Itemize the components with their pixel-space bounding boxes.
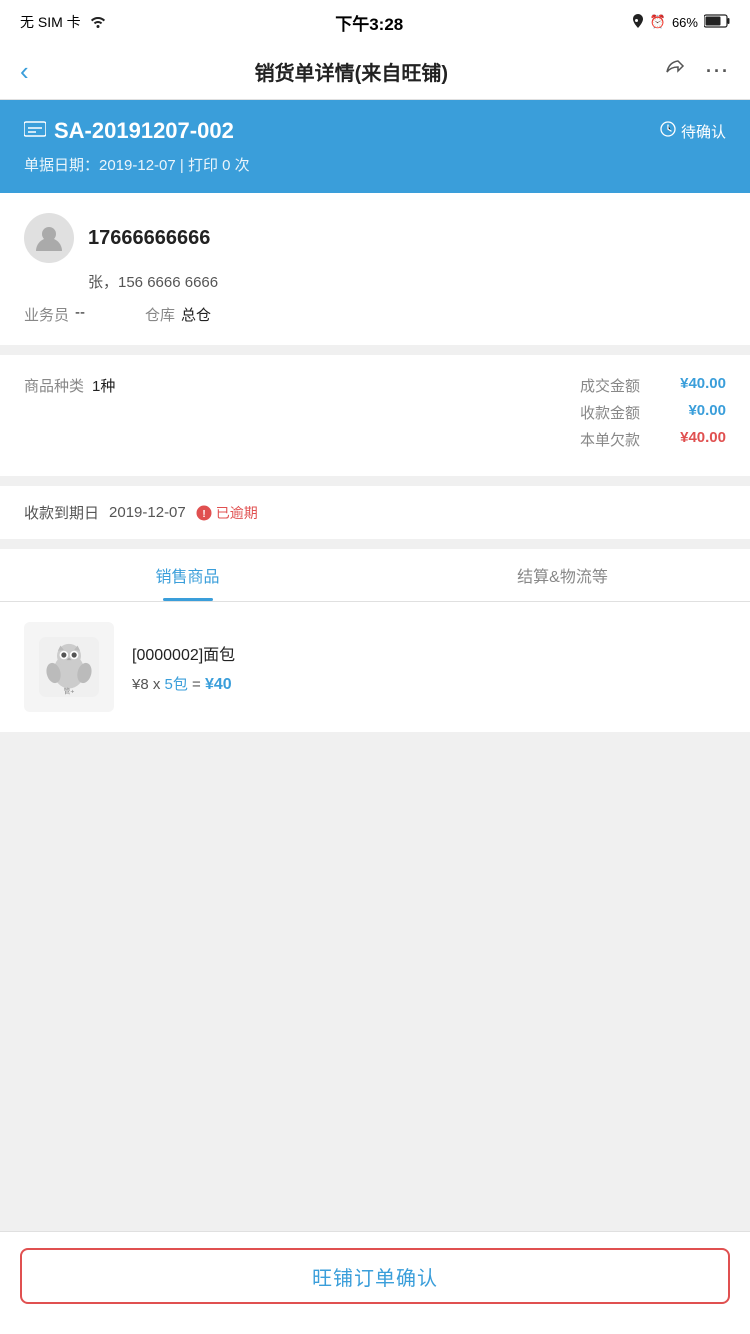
salesperson-value: --	[75, 304, 85, 325]
tab-underline	[163, 598, 213, 601]
salesperson-label: 业务员	[24, 304, 69, 325]
clock-icon	[660, 121, 676, 141]
due-amount-label: 本单欠款	[580, 429, 640, 450]
received-amount-label: 收款金额	[580, 402, 640, 423]
product-image: 管+	[24, 622, 114, 712]
tab-settlement-label: 结算&物流等	[517, 563, 608, 587]
product-type-value: 1种	[92, 375, 115, 396]
nav-actions: ···	[664, 58, 730, 85]
overdue-text: 已逾期	[216, 503, 258, 523]
warehouse-label: 仓库	[145, 304, 175, 325]
confirm-button[interactable]: 旺铺订单确认	[20, 1248, 730, 1304]
received-amount-value: ¥0.00	[656, 402, 726, 423]
customer-name-phone: 张，156 6666 6666	[24, 271, 726, 292]
summary-right: 成交金额 ¥40.00 收款金额 ¥0.00 本单欠款 ¥40.00	[580, 375, 726, 456]
share-icon[interactable]	[664, 58, 686, 85]
received-amount-row: 收款金额 ¥0.00	[580, 402, 726, 423]
more-icon[interactable]: ···	[706, 61, 730, 82]
total-text: ¥40	[205, 676, 232, 693]
avatar	[24, 213, 74, 263]
warehouse-item: 仓库 总仓	[145, 304, 211, 325]
svg-text:管+: 管+	[64, 687, 75, 696]
due-amount-row: 本单欠款 ¥40.00	[580, 429, 726, 450]
deal-amount-label: 成交金额	[580, 375, 640, 396]
no-sim-text: 无 SIM 卡	[20, 12, 81, 32]
product-type-label: 商品种类	[24, 375, 84, 396]
svg-text:!: !	[202, 509, 205, 520]
customer-phone: 17666666666	[88, 227, 210, 250]
order-header-top: SA-20191207-002 待确认	[24, 118, 726, 144]
bottom-spacer	[0, 742, 750, 882]
status-left: 无 SIM 卡	[20, 12, 107, 32]
product-price: ¥8 x 5包 = ¥40	[132, 673, 726, 694]
due-date-section: 收款到期日 2019-12-07 ! 已逾期	[0, 486, 750, 539]
summary-section: 商品种类 1种 成交金额 ¥40.00 收款金额 ¥0.00 本单欠款 ¥40.…	[0, 355, 750, 476]
order-status: 待确认	[660, 121, 726, 142]
location-icon	[632, 14, 644, 31]
eq-text: =	[188, 676, 205, 693]
customer-section: 17666666666 张，156 6666 6666 业务员 -- 仓库 总仓	[0, 193, 750, 345]
product-list: 管+ [0000002]面包 ¥8 x 5包 = ¥40	[0, 602, 750, 732]
back-button[interactable]: ‹	[20, 56, 39, 87]
deal-amount-value: ¥40.00	[656, 375, 726, 396]
deal-amount-row: 成交金额 ¥40.00	[580, 375, 726, 396]
tab-products-label: 销售商品	[155, 563, 219, 587]
customer-header: 17666666666	[24, 213, 726, 263]
status-right: ⏰ 66%	[632, 14, 730, 31]
product-item: 管+ [0000002]面包 ¥8 x 5包 = ¥40	[0, 602, 750, 732]
footer: 旺铺订单确认	[0, 1231, 750, 1334]
overdue-badge: ! 已逾期	[196, 503, 258, 523]
order-header-card: SA-20191207-002 待确认 单据日期：2019-12-07 | 打印…	[0, 100, 750, 193]
alarm-icon: ⏰	[650, 14, 666, 30]
order-number: SA-20191207-002	[24, 118, 234, 144]
salesperson-item: 业务员 --	[24, 304, 85, 325]
customer-meta: 业务员 -- 仓库 总仓	[24, 304, 726, 325]
qty-text: 5包	[165, 676, 188, 693]
nav-bar: ‹ 销货单详情(来自旺铺) ···	[0, 44, 750, 100]
tab-settlement[interactable]: 结算&物流等	[375, 549, 750, 601]
tab-products[interactable]: 销售商品	[0, 549, 375, 601]
due-date-label: 收款到期日	[24, 502, 99, 523]
page-title: 销货单详情(来自旺铺)	[255, 57, 448, 86]
status-bar: 无 SIM 卡 下午3:28 ⏰ 66%	[0, 0, 750, 44]
wifi-icon	[89, 14, 107, 31]
status-time: 下午3:28	[335, 10, 403, 35]
tabs-bar: 销售商品 结算&物流等	[0, 549, 750, 602]
due-amount-value: ¥40.00	[656, 429, 726, 450]
product-name: [0000002]面包	[132, 641, 726, 665]
due-date-value: 2019-12-07	[109, 504, 186, 521]
order-date: 单据日期：2019-12-07 | 打印 0 次	[24, 154, 726, 175]
warehouse-value: 总仓	[181, 304, 211, 325]
price-text: ¥8 x	[132, 676, 165, 693]
order-icon	[24, 118, 46, 144]
summary-left: 商品种类 1种	[24, 375, 115, 396]
product-info: [0000002]面包 ¥8 x 5包 = ¥40	[132, 641, 726, 694]
battery-text: 66%	[672, 15, 698, 30]
product-type-row: 商品种类 1种	[24, 375, 115, 396]
battery-icon	[704, 14, 730, 31]
